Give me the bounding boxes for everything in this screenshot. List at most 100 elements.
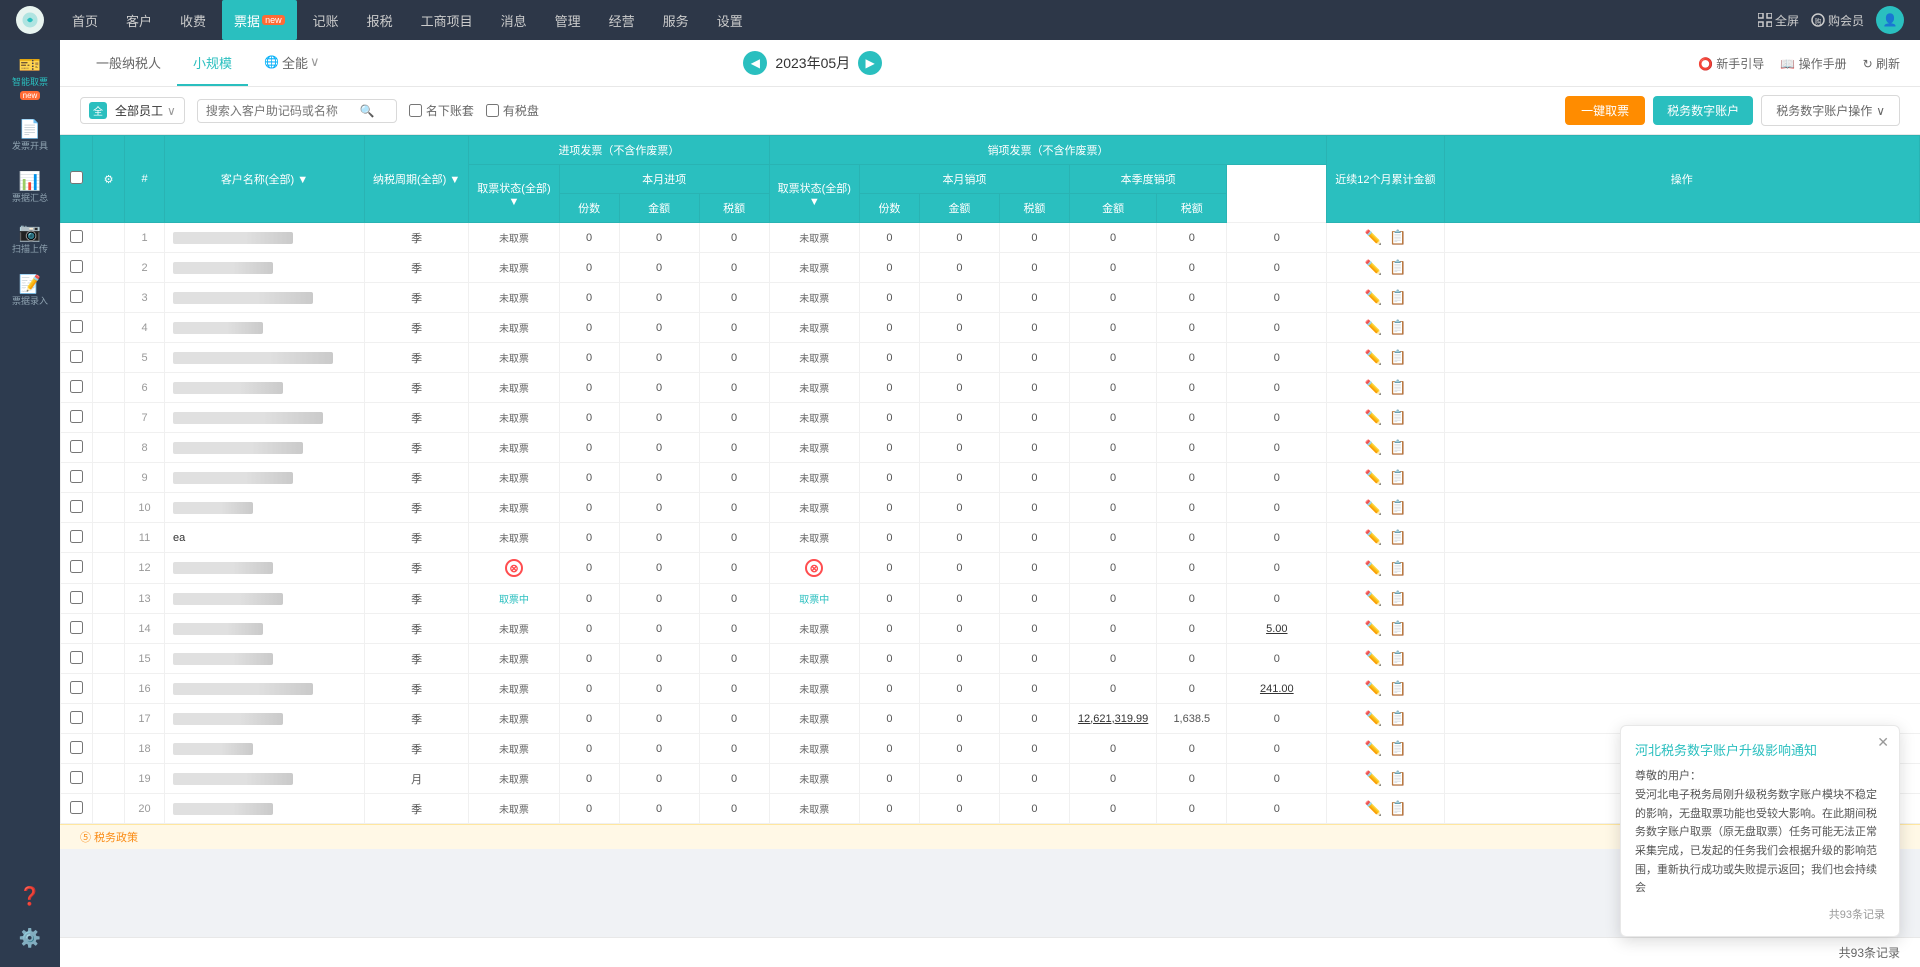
search-box[interactable]: 🔍 bbox=[197, 99, 397, 123]
copy-icon[interactable]: 📋 bbox=[1389, 710, 1406, 726]
tab-general-taxpayer[interactable]: 一般纳税人 bbox=[80, 40, 177, 86]
nav-operate[interactable]: 经营 bbox=[597, 0, 647, 40]
edit-icon[interactable]: ✏️ bbox=[1364, 289, 1381, 305]
edit-icon[interactable]: ✏️ bbox=[1364, 650, 1381, 666]
edit-icon[interactable]: ✏️ bbox=[1364, 680, 1381, 696]
row-checkbox[interactable] bbox=[70, 741, 83, 754]
row-checkbox-cell[interactable] bbox=[61, 734, 93, 764]
notification-close-button[interactable]: ✕ bbox=[1877, 734, 1889, 751]
row-checkbox[interactable] bbox=[70, 260, 83, 273]
copy-icon[interactable]: 📋 bbox=[1389, 289, 1406, 305]
edit-icon[interactable]: ✏️ bbox=[1364, 800, 1381, 816]
select-all-checkbox[interactable] bbox=[70, 171, 83, 184]
sidebar-item-settings-bottom[interactable]: ⚙️ bbox=[4, 921, 56, 955]
edit-icon[interactable]: ✏️ bbox=[1364, 620, 1381, 636]
copy-icon[interactable]: 📋 bbox=[1389, 379, 1406, 395]
digital-account-ops-button[interactable]: 税务数字账户操作 ∨ bbox=[1761, 95, 1900, 126]
th-period[interactable]: 纳税周期(全部) ▼ bbox=[365, 136, 469, 223]
nav-business[interactable]: 工商项目 bbox=[409, 0, 485, 40]
tax-disk-checkbox[interactable] bbox=[486, 104, 499, 117]
sidebar-item-open-invoice[interactable]: 📄 发票开具 bbox=[4, 112, 56, 160]
row-checkbox-cell[interactable] bbox=[61, 644, 93, 674]
copy-icon[interactable]: 📋 bbox=[1389, 319, 1406, 335]
row-checkbox-cell[interactable] bbox=[61, 614, 93, 644]
manual-link[interactable]: 📖 操作手册 bbox=[1780, 55, 1846, 72]
search-input[interactable] bbox=[206, 104, 356, 118]
row-checkbox[interactable] bbox=[70, 711, 83, 724]
row-checkbox[interactable] bbox=[70, 440, 83, 453]
nav-manage[interactable]: 管理 bbox=[543, 0, 593, 40]
edit-icon[interactable]: ✏️ bbox=[1364, 499, 1381, 515]
nav-service[interactable]: 服务 bbox=[651, 0, 701, 40]
sidebar-item-invoice-summary[interactable]: 📊 票据汇总 bbox=[4, 164, 56, 212]
copy-icon[interactable]: 📋 bbox=[1389, 529, 1406, 545]
row-checkbox[interactable] bbox=[70, 470, 83, 483]
row-checkbox[interactable] bbox=[70, 651, 83, 664]
tab-small-scale[interactable]: 小规模 bbox=[177, 40, 248, 86]
sidebar-item-help[interactable]: ❓ bbox=[4, 879, 56, 913]
row-checkbox-cell[interactable] bbox=[61, 373, 93, 403]
fullscreen-button[interactable]: 全屏 bbox=[1758, 12, 1799, 29]
row-checkbox[interactable] bbox=[70, 380, 83, 393]
row-checkbox-cell[interactable] bbox=[61, 463, 93, 493]
row-checkbox[interactable] bbox=[70, 410, 83, 423]
th-out-status[interactable]: 取票状态(全部) ▼ bbox=[769, 165, 859, 223]
app-logo[interactable] bbox=[16, 6, 44, 34]
row-checkbox-cell[interactable] bbox=[61, 794, 93, 824]
sidebar-item-invoice-entry[interactable]: 📝 票据录入 bbox=[4, 267, 56, 315]
copy-icon[interactable]: 📋 bbox=[1389, 590, 1406, 606]
nav-message[interactable]: 消息 bbox=[489, 0, 539, 40]
copy-icon[interactable]: 📋 bbox=[1389, 620, 1406, 636]
row-checkbox-cell[interactable] bbox=[61, 433, 93, 463]
guide-link[interactable]: ⭕ 新手引导 bbox=[1698, 55, 1764, 72]
subordinate-checkbox[interactable] bbox=[409, 104, 422, 117]
row-checkbox[interactable] bbox=[70, 621, 83, 634]
copy-icon[interactable]: 📋 bbox=[1389, 229, 1406, 245]
employee-filter[interactable]: 全 全部员工 ∨ bbox=[80, 97, 185, 124]
nav-tax[interactable]: 报税 bbox=[355, 0, 405, 40]
digital-account-button[interactable]: 税务数字账户 bbox=[1653, 96, 1753, 125]
row-checkbox-cell[interactable] bbox=[61, 493, 93, 523]
row-checkbox[interactable] bbox=[70, 530, 83, 543]
row-checkbox[interactable] bbox=[70, 290, 83, 303]
sidebar-item-smart-invoice[interactable]: 🎫 智能取票 new bbox=[4, 48, 56, 108]
edit-icon[interactable]: ✏️ bbox=[1364, 409, 1381, 425]
nav-client[interactable]: 客户 bbox=[114, 0, 164, 40]
row-checkbox[interactable] bbox=[70, 591, 83, 604]
th-settings[interactable]: ⚙ bbox=[93, 136, 125, 223]
nav-settings[interactable]: 设置 bbox=[705, 0, 755, 40]
copy-icon[interactable]: 📋 bbox=[1389, 560, 1406, 576]
row-checkbox-cell[interactable] bbox=[61, 403, 93, 433]
edit-icon[interactable]: ✏️ bbox=[1364, 740, 1381, 756]
row-checkbox[interactable] bbox=[70, 350, 83, 363]
member-button[interactable]: 购 购会员 bbox=[1811, 12, 1864, 29]
row-checkbox-cell[interactable] bbox=[61, 313, 93, 343]
row-checkbox-cell[interactable] bbox=[61, 584, 93, 614]
row-checkbox[interactable] bbox=[70, 560, 83, 573]
edit-icon[interactable]: ✏️ bbox=[1364, 379, 1381, 395]
nav-invoice[interactable]: 票据 new bbox=[222, 0, 297, 40]
edit-icon[interactable]: ✏️ bbox=[1364, 349, 1381, 365]
search-icon[interactable]: 🔍 bbox=[360, 104, 375, 118]
copy-icon[interactable]: 📋 bbox=[1389, 650, 1406, 666]
row-checkbox-cell[interactable] bbox=[61, 343, 93, 373]
date-next-button[interactable]: ▶ bbox=[858, 51, 882, 75]
row-checkbox-cell[interactable] bbox=[61, 523, 93, 553]
edit-icon[interactable]: ✏️ bbox=[1364, 319, 1381, 335]
row-checkbox[interactable] bbox=[70, 801, 83, 814]
row-checkbox-cell[interactable] bbox=[61, 764, 93, 794]
nav-accounting[interactable]: 记账 bbox=[301, 0, 351, 40]
edit-icon[interactable]: ✏️ bbox=[1364, 529, 1381, 545]
copy-icon[interactable]: 📋 bbox=[1389, 469, 1406, 485]
row-checkbox-cell[interactable] bbox=[61, 553, 93, 584]
row-checkbox-cell[interactable] bbox=[61, 283, 93, 313]
copy-icon[interactable]: 📋 bbox=[1389, 740, 1406, 756]
nav-home[interactable]: 首页 bbox=[60, 0, 110, 40]
copy-icon[interactable]: 📋 bbox=[1389, 800, 1406, 816]
row-checkbox[interactable] bbox=[70, 681, 83, 694]
copy-icon[interactable]: 📋 bbox=[1389, 680, 1406, 696]
edit-icon[interactable]: ✏️ bbox=[1364, 560, 1381, 576]
th-name[interactable]: 客户名称(全部) ▼ bbox=[165, 136, 365, 223]
row-checkbox-cell[interactable] bbox=[61, 674, 93, 704]
edit-icon[interactable]: ✏️ bbox=[1364, 710, 1381, 726]
